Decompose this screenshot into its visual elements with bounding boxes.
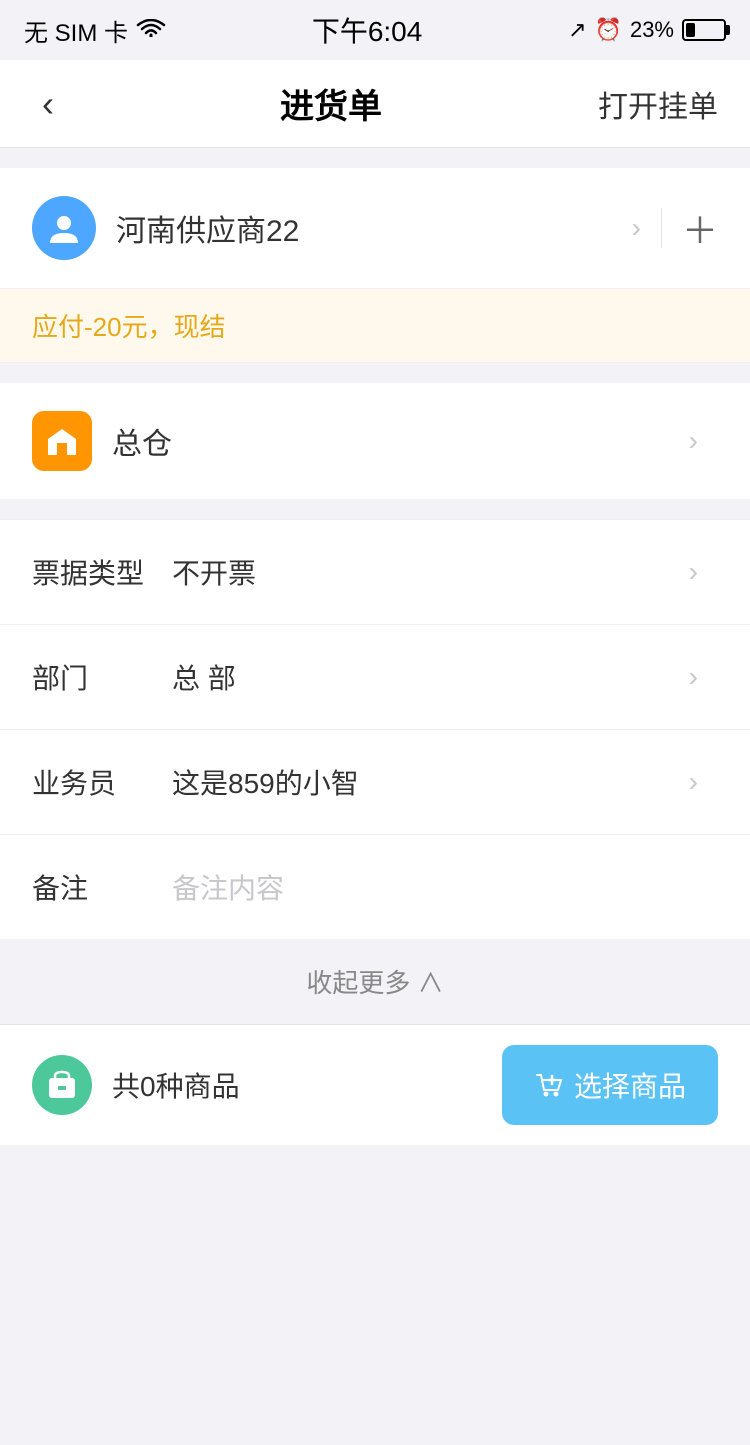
- staff-chevron-icon: ›: [689, 766, 698, 798]
- collapse-row[interactable]: 收起更多 ∧: [0, 939, 750, 1024]
- invoice-value: 不开票: [172, 552, 689, 592]
- divider: [661, 208, 662, 248]
- staff-row[interactable]: 业务员 这是859的小智 ›: [0, 729, 750, 834]
- supplier-chevron-icon: ›: [632, 212, 641, 244]
- warehouse-chevron-icon: ›: [689, 425, 698, 457]
- add-supplier-button[interactable]: ＋: [682, 202, 718, 254]
- product-icon: [45, 1068, 79, 1102]
- battery-percent: 23%: [630, 17, 674, 43]
- form-card: 票据类型 不开票 › 部门 总 部 › 业务员 这是859的小智 › 备注 备注…: [0, 519, 750, 939]
- carrier-label: 无 SIM 卡: [24, 13, 128, 48]
- select-product-button[interactable]: 选择商品: [502, 1045, 718, 1125]
- warehouse-row[interactable]: 总仓 ›: [0, 383, 750, 499]
- warehouse-icon: [44, 423, 80, 459]
- location-icon: ↗: [568, 17, 586, 43]
- note-placeholder: 备注内容: [172, 867, 718, 907]
- main-content: 河南供应商22 › ＋ 应付-20元，现结 总仓 ›: [0, 148, 750, 1445]
- staff-label: 业务员: [32, 762, 172, 802]
- supplier-avatar: [32, 196, 96, 260]
- note-row[interactable]: 备注 备注内容: [0, 834, 750, 939]
- supplier-row[interactable]: 河南供应商22 › ＋: [0, 168, 750, 289]
- department-label: 部门: [32, 657, 172, 697]
- person-icon: [45, 209, 83, 247]
- section-gap-1: [0, 148, 750, 168]
- status-bar: 无 SIM 卡 下午6:04 ↗ ⏰ 23%: [0, 0, 750, 60]
- status-left: 无 SIM 卡: [24, 13, 166, 48]
- notice-bar: 应付-20元，现结: [0, 289, 750, 363]
- open-pending-button[interactable]: 打开挂单: [598, 82, 718, 126]
- product-count-label: 共0种商品: [112, 1065, 502, 1105]
- section-gap-3: [0, 499, 750, 519]
- department-value: 总 部: [172, 657, 689, 697]
- supplier-card: 河南供应商22 › ＋ 应付-20元，现结: [0, 168, 750, 363]
- alarm-icon: ⏰: [595, 17, 622, 43]
- wifi-icon: [136, 19, 166, 41]
- notice-text: 应付-20元，现结: [32, 312, 226, 342]
- department-row[interactable]: 部门 总 部 ›: [0, 624, 750, 729]
- page-background: [0, 1145, 750, 1445]
- collapse-label: 收起更多 ∧: [306, 963, 443, 1000]
- product-icon-bg: [32, 1055, 92, 1115]
- supplier-name: 河南供应商22: [116, 206, 632, 250]
- warehouse-card: 总仓 ›: [0, 383, 750, 499]
- page-title: 进货单: [280, 79, 382, 128]
- invoice-label: 票据类型: [32, 552, 172, 592]
- warehouse-icon-bg: [32, 411, 92, 471]
- nav-bar: ‹ 进货单 打开挂单: [0, 60, 750, 148]
- select-product-label: 选择商品: [574, 1065, 686, 1105]
- status-time: 下午6:04: [312, 10, 423, 50]
- invoice-chevron-icon: ›: [689, 556, 698, 588]
- battery-icon: [682, 19, 726, 41]
- back-button[interactable]: ‹: [32, 73, 64, 135]
- note-label: 备注: [32, 867, 172, 907]
- staff-value: 这是859的小智: [172, 762, 689, 802]
- section-gap-2: [0, 363, 750, 383]
- bottom-bar: 共0种商品 选择商品: [0, 1024, 750, 1145]
- status-right: ↗ ⏰ 23%: [568, 17, 726, 43]
- department-chevron-icon: ›: [689, 661, 698, 693]
- invoice-row[interactable]: 票据类型 不开票 ›: [0, 519, 750, 624]
- warehouse-name: 总仓: [112, 419, 689, 463]
- cart-icon: [534, 1070, 564, 1100]
